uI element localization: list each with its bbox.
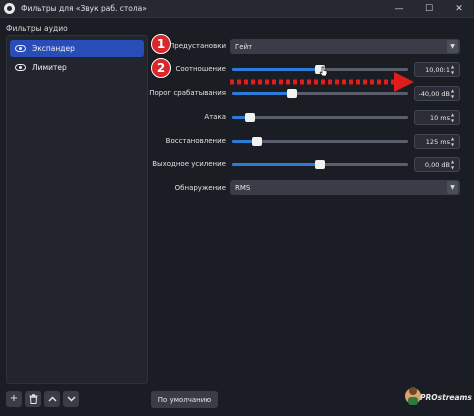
ratio-label: Соотношение	[175, 65, 226, 73]
preset-label: Предустановки	[169, 42, 226, 50]
window-controls: — ☐ ✕	[384, 0, 474, 18]
attack-value: 10 ms	[429, 113, 450, 122]
spin-arrows-icon[interactable]: ▲ ▼	[451, 159, 458, 170]
threshold-spinbox[interactable]: -40,00 dB ▲ ▼	[414, 86, 460, 101]
close-button[interactable]: ✕	[444, 0, 474, 18]
filters-list-header: Фильтры аудио	[6, 24, 68, 33]
slider-handle[interactable]	[252, 137, 262, 146]
slider-handle[interactable]	[315, 160, 325, 169]
mouse-cursor-icon	[319, 66, 328, 77]
chevron-down-icon	[67, 396, 75, 402]
move-up-button[interactable]	[44, 391, 60, 407]
spin-arrows-icon[interactable]: ▲ ▼	[451, 112, 458, 123]
window-title: Фильтры для «Звук раб. стола»	[21, 4, 147, 13]
preset-value: Гейт	[235, 42, 253, 51]
release-label: Восстановление	[165, 137, 226, 145]
trash-icon	[29, 394, 37, 404]
maximize-button[interactable]: ☐	[414, 0, 444, 18]
release-slider[interactable]	[232, 137, 408, 146]
output-gain-label: Выходное усиление	[152, 160, 226, 168]
eye-icon[interactable]	[15, 64, 26, 71]
slider-fill	[232, 163, 320, 166]
move-down-button[interactable]	[63, 391, 79, 407]
ratio-spinbox[interactable]: 10,00:1 ▲ ▼	[414, 62, 460, 77]
spin-arrows-icon[interactable]: ▲ ▼	[451, 64, 458, 75]
eye-icon[interactable]	[15, 45, 26, 52]
filter-item-expander[interactable]: Экспандер	[10, 40, 144, 57]
watermark-text: PROstreams	[420, 393, 472, 402]
filter-item-label: Лимитер	[32, 63, 67, 72]
attack-slider[interactable]	[232, 113, 408, 122]
threshold-value: -40,00 dB	[418, 89, 450, 98]
filter-item-limiter[interactable]: Лимитер	[10, 59, 144, 76]
chevron-up-icon	[48, 396, 56, 402]
spin-arrows-icon[interactable]: ▲ ▼	[451, 136, 458, 147]
remove-filter-button[interactable]	[25, 391, 41, 407]
chevron-down-icon: ▼	[447, 181, 458, 194]
release-value: 125 ms	[425, 137, 450, 146]
title-bar: Фильтры для «Звук раб. стола» — ☐ ✕	[0, 0, 474, 18]
detection-value: RMS	[235, 183, 251, 192]
release-spinbox[interactable]: 125 ms ▲ ▼	[414, 134, 460, 149]
filter-item-label: Экспандер	[32, 44, 75, 53]
spin-arrows-icon[interactable]: ▲ ▼	[451, 88, 458, 99]
detection-label: Обнаружение	[174, 184, 226, 192]
obs-logo-icon	[4, 3, 15, 14]
filters-toolbar: +	[6, 391, 79, 408]
filters-list: Экспандер Лимитер	[6, 35, 148, 384]
annotation-badge-1: 1	[151, 34, 171, 54]
threshold-label: Порог срабатывания	[149, 89, 226, 97]
slider-handle[interactable]	[245, 113, 255, 122]
output-gain-slider[interactable]	[232, 160, 408, 169]
output-gain-spinbox[interactable]: 0,00 dB ▲ ▼	[414, 157, 460, 172]
add-filter-button[interactable]: +	[6, 391, 22, 407]
minimize-button[interactable]: —	[384, 0, 414, 18]
preset-select[interactable]: Гейт ▼	[230, 39, 460, 54]
detection-select[interactable]: RMS ▼	[230, 180, 460, 195]
chevron-down-icon: ▼	[447, 40, 458, 53]
output-gain-value: 0,00 dB	[424, 160, 450, 169]
attack-label: Атака	[204, 113, 226, 121]
annotation-badge-2: 2	[151, 58, 171, 78]
ratio-value: 10,00:1	[425, 65, 450, 74]
defaults-button[interactable]: По умолчанию	[151, 391, 218, 408]
attack-spinbox[interactable]: 10 ms ▲ ▼	[414, 110, 460, 125]
